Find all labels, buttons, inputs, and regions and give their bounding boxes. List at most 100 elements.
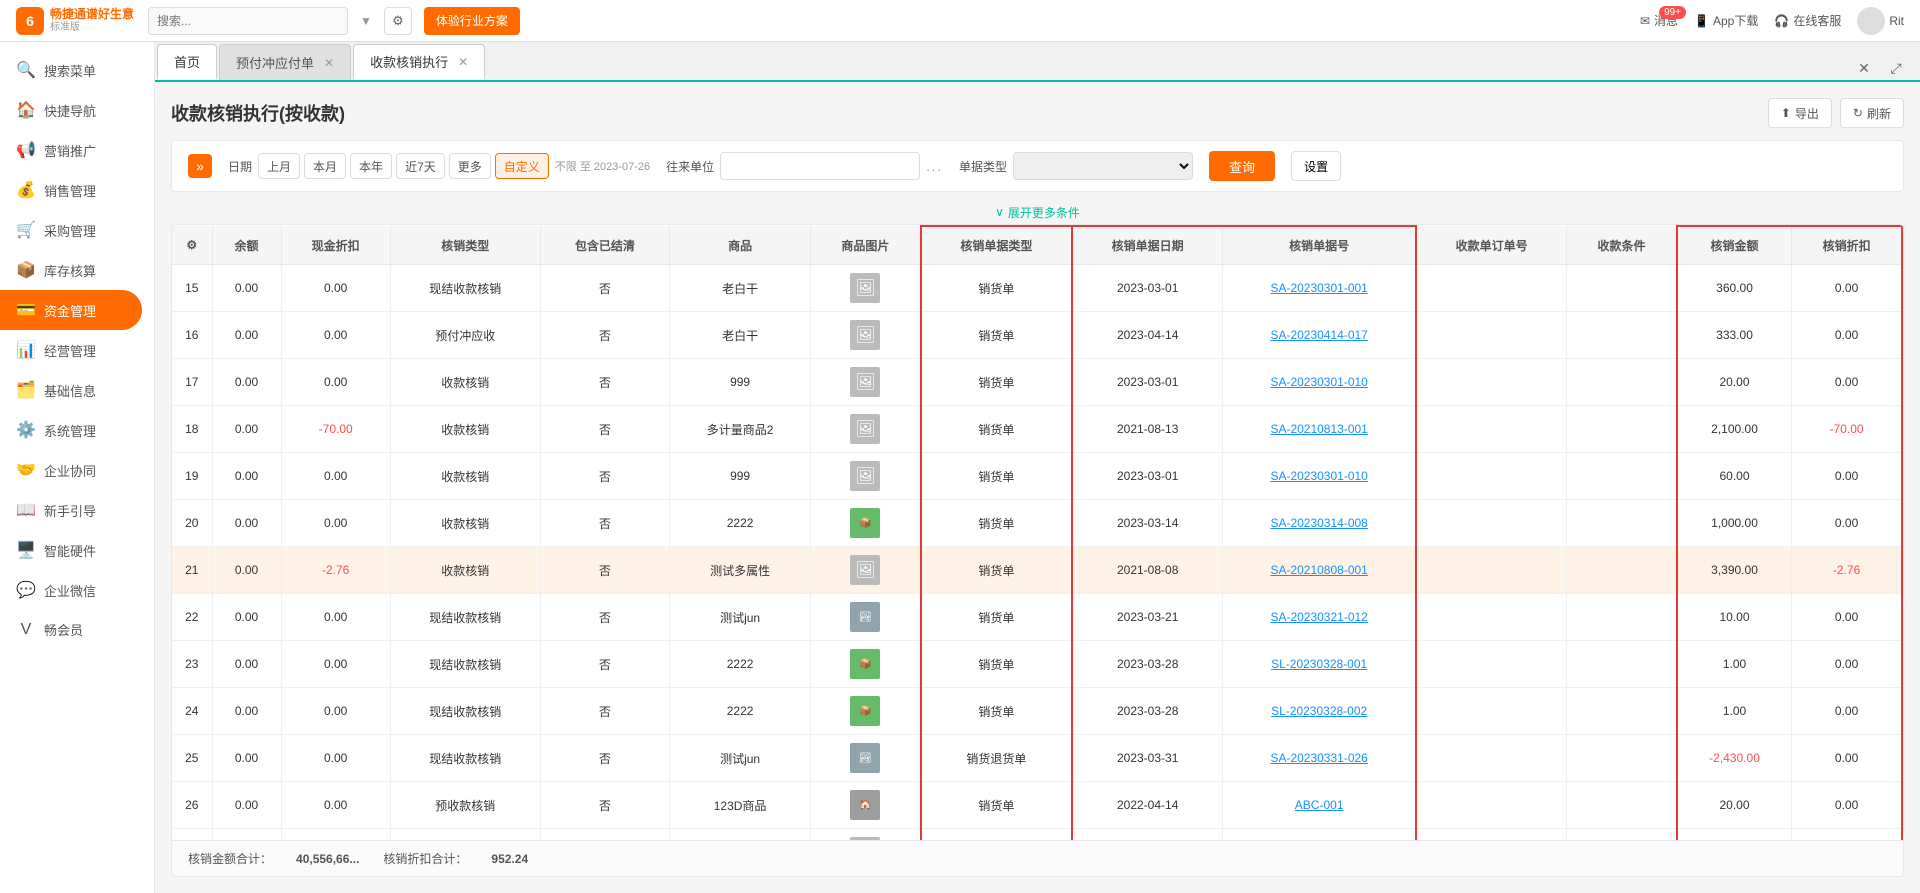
search-input[interactable] xyxy=(148,7,348,35)
bill-type-select[interactable] xyxy=(1013,152,1193,180)
sidebar-item-collab[interactable]: 🤝 企业协同 xyxy=(0,450,154,490)
cell-cancel-amount: 1.00 xyxy=(1677,641,1792,688)
date-btn-this-year[interactable]: 本年 xyxy=(350,153,392,179)
handshake-icon: 🤝 xyxy=(16,460,36,480)
cell-cancel-discount: 0.00 xyxy=(1792,735,1902,782)
bill-no-link[interactable]: SA-20230314-008 xyxy=(1270,516,1367,530)
tab-actions: ✕ ⤢ xyxy=(1852,56,1920,80)
export-btn[interactable]: ⬆ 导出 xyxy=(1768,98,1832,128)
filter-collapse-btn[interactable]: » xyxy=(188,154,212,178)
date-buttons: 上月 本月 本年 近7天 更多 自定义 xyxy=(258,153,549,179)
industry-btn[interactable]: 体验行业方案 xyxy=(424,7,520,35)
cell-balance: 0.00 xyxy=(212,312,281,359)
user-area[interactable]: Rit xyxy=(1857,7,1904,35)
sidebar-item-hardware[interactable]: 🖥️ 智能硬件 xyxy=(0,530,154,570)
filter-dots: ... xyxy=(926,159,943,174)
sidebar-label: 智能硬件 xyxy=(44,541,96,560)
tab-prepaid-close[interactable]: ✕ xyxy=(324,56,334,70)
date-btn-last-month[interactable]: 上月 xyxy=(258,153,300,179)
cell-receipt-order xyxy=(1416,829,1567,841)
cell-bill-no: SA-20230314-008 xyxy=(1223,500,1416,547)
sidebar-item-wechat[interactable]: 💬 企业微信 xyxy=(0,570,154,610)
sidebar-item-inventory[interactable]: 📦 库存核算 xyxy=(0,250,154,290)
cell-bill-no: SA-20230301-001 xyxy=(1223,265,1416,312)
table-scroll-area[interactable]: ⚙ 余额 现金折扣 核销类型 包含已结清 商品 商品图片 核销单据类型 核销单据… xyxy=(172,225,1903,840)
cell-cancel-discount: 0.00 xyxy=(1792,688,1902,735)
page-actions: ⬆ 导出 ↻ 刷新 xyxy=(1768,98,1904,128)
sidebar-label: 销售管理 xyxy=(44,181,96,200)
date-btn-this-month[interactable]: 本月 xyxy=(304,153,346,179)
sidebar-item-system[interactable]: ⚙️ 系统管理 xyxy=(0,410,154,450)
cell-bill-date: 2023-03-14 xyxy=(1072,500,1223,547)
cell-product: 老白干 xyxy=(670,312,811,359)
bill-no-link[interactable]: SA-20210808-001 xyxy=(1270,563,1367,577)
bill-no-link[interactable]: SA-20230301-001 xyxy=(1270,281,1367,295)
from-unit-input[interactable] xyxy=(720,152,920,180)
tab-prepaid[interactable]: 预付冲应付单 ✕ xyxy=(219,44,351,80)
cell-cancel-type: 现结收款核销 xyxy=(390,829,540,841)
cell-product: 999 xyxy=(670,453,811,500)
bill-no-link[interactable]: SL-20230328-001 xyxy=(1271,657,1367,671)
tab-expand-btn[interactable]: ⤢ xyxy=(1884,56,1908,80)
tab-close-all-btn[interactable]: ✕ xyxy=(1852,56,1876,80)
cell-product-img: 🏠 xyxy=(810,782,920,829)
date-btn-7days[interactable]: 近7天 xyxy=(396,153,445,179)
bill-no-link[interactable]: SA-20210813-001 xyxy=(1270,422,1367,436)
date-btn-more[interactable]: 更多 xyxy=(449,153,491,179)
th-config[interactable]: ⚙ xyxy=(172,226,212,265)
page-content: 收款核销执行(按收款) ⬆ 导出 ↻ 刷新 » 日期 xyxy=(155,82,1920,893)
refresh-btn[interactable]: ↻ 刷新 xyxy=(1840,98,1904,128)
cell-bill-no: SA-20230301-010 xyxy=(1223,453,1416,500)
tab-home[interactable]: 首页 xyxy=(157,44,217,80)
sidebar-item-purchase[interactable]: 🛒 采购管理 xyxy=(0,210,154,250)
bill-no-link[interactable]: SA-20230321-012 xyxy=(1270,610,1367,624)
sidebar-item-finance[interactable]: 💳 资金管理 xyxy=(0,290,142,330)
bill-no-link[interactable]: SA-20230414-017 xyxy=(1270,328,1367,342)
notification-btn[interactable]: ✉ 消息 99+ xyxy=(1640,12,1678,29)
sidebar-item-member[interactable]: V 畅会员 xyxy=(0,610,154,649)
search-dropdown-icon[interactable]: ▼ xyxy=(360,14,372,28)
app-download-btn[interactable]: 📱 App下载 xyxy=(1694,12,1758,29)
sidebar-item-basic[interactable]: 🗂️ 基础信息 xyxy=(0,370,154,410)
query-btn[interactable]: 查询 xyxy=(1209,151,1275,181)
cell-cash-discount: 0.00 xyxy=(281,312,390,359)
th-cancel-discount: 核销折扣 xyxy=(1792,226,1902,265)
date-btn-custom[interactable]: 自定义 xyxy=(495,153,549,179)
sidebar-item-shortcuts[interactable]: 🏠 快捷导航 xyxy=(0,90,154,130)
sidebar-item-search[interactable]: 🔍 搜索菜单 xyxy=(0,50,154,90)
bill-no-link[interactable]: SA-20230331-026 xyxy=(1270,751,1367,765)
footer-total-discount-label: 核销折扣合计： xyxy=(383,850,467,867)
tab-receivable[interactable]: 收款核销执行 ✕ xyxy=(353,44,485,80)
expand-more-btn[interactable]: ∨ 展开更多条件 xyxy=(171,200,1904,224)
cell-cancel-type: 收款核销 xyxy=(390,406,540,453)
cell-balance: 0.00 xyxy=(212,500,281,547)
filter-setting-btn[interactable]: 设置 xyxy=(1291,151,1341,181)
cell-cancel-discount: 0.00 xyxy=(1792,265,1902,312)
phone-icon: 📱 xyxy=(1694,14,1709,28)
bill-no-link[interactable]: SA-20230301-010 xyxy=(1270,469,1367,483)
cell-cancel-amount: 20.00 xyxy=(1677,782,1792,829)
sidebar-item-operation[interactable]: 📊 经营管理 xyxy=(0,330,154,370)
sidebar-item-sales[interactable]: 💰 销售管理 xyxy=(0,170,154,210)
cell-bill-type: 销货单 xyxy=(921,641,1072,688)
tab-receivable-label: 收款核销执行 xyxy=(370,52,448,71)
cell-num: 24 xyxy=(172,688,212,735)
bill-no-link[interactable]: SA-20230301-010 xyxy=(1270,375,1367,389)
sidebar-item-marketing[interactable]: 📢 营销推广 xyxy=(0,130,154,170)
cell-product-img: 🖼 xyxy=(810,406,920,453)
cell-num: 16 xyxy=(172,312,212,359)
bill-no-link[interactable]: ABC-001 xyxy=(1295,798,1344,812)
cell-include-settled: 否 xyxy=(540,829,670,841)
cell-cancel-discount: 0.00 xyxy=(1792,641,1902,688)
online-service-btn[interactable]: 🎧 在线客服 xyxy=(1774,12,1841,29)
cell-cash-discount: 0.00 xyxy=(281,594,390,641)
tab-receivable-close[interactable]: ✕ xyxy=(458,55,468,69)
th-bill-no: 核销单据号 xyxy=(1223,226,1416,265)
cell-receipt-cond xyxy=(1567,594,1677,641)
bill-no-link[interactable]: SL-20230328-002 xyxy=(1271,704,1367,718)
cell-cancel-discount: 0.00 xyxy=(1792,312,1902,359)
cell-bill-date: 2023-03-01 xyxy=(1072,359,1223,406)
gear-icon[interactable]: ⚙ xyxy=(384,7,412,35)
bill-type-group: 单据类型 xyxy=(959,152,1193,180)
sidebar-item-guide[interactable]: 📖 新手引导 xyxy=(0,490,154,530)
